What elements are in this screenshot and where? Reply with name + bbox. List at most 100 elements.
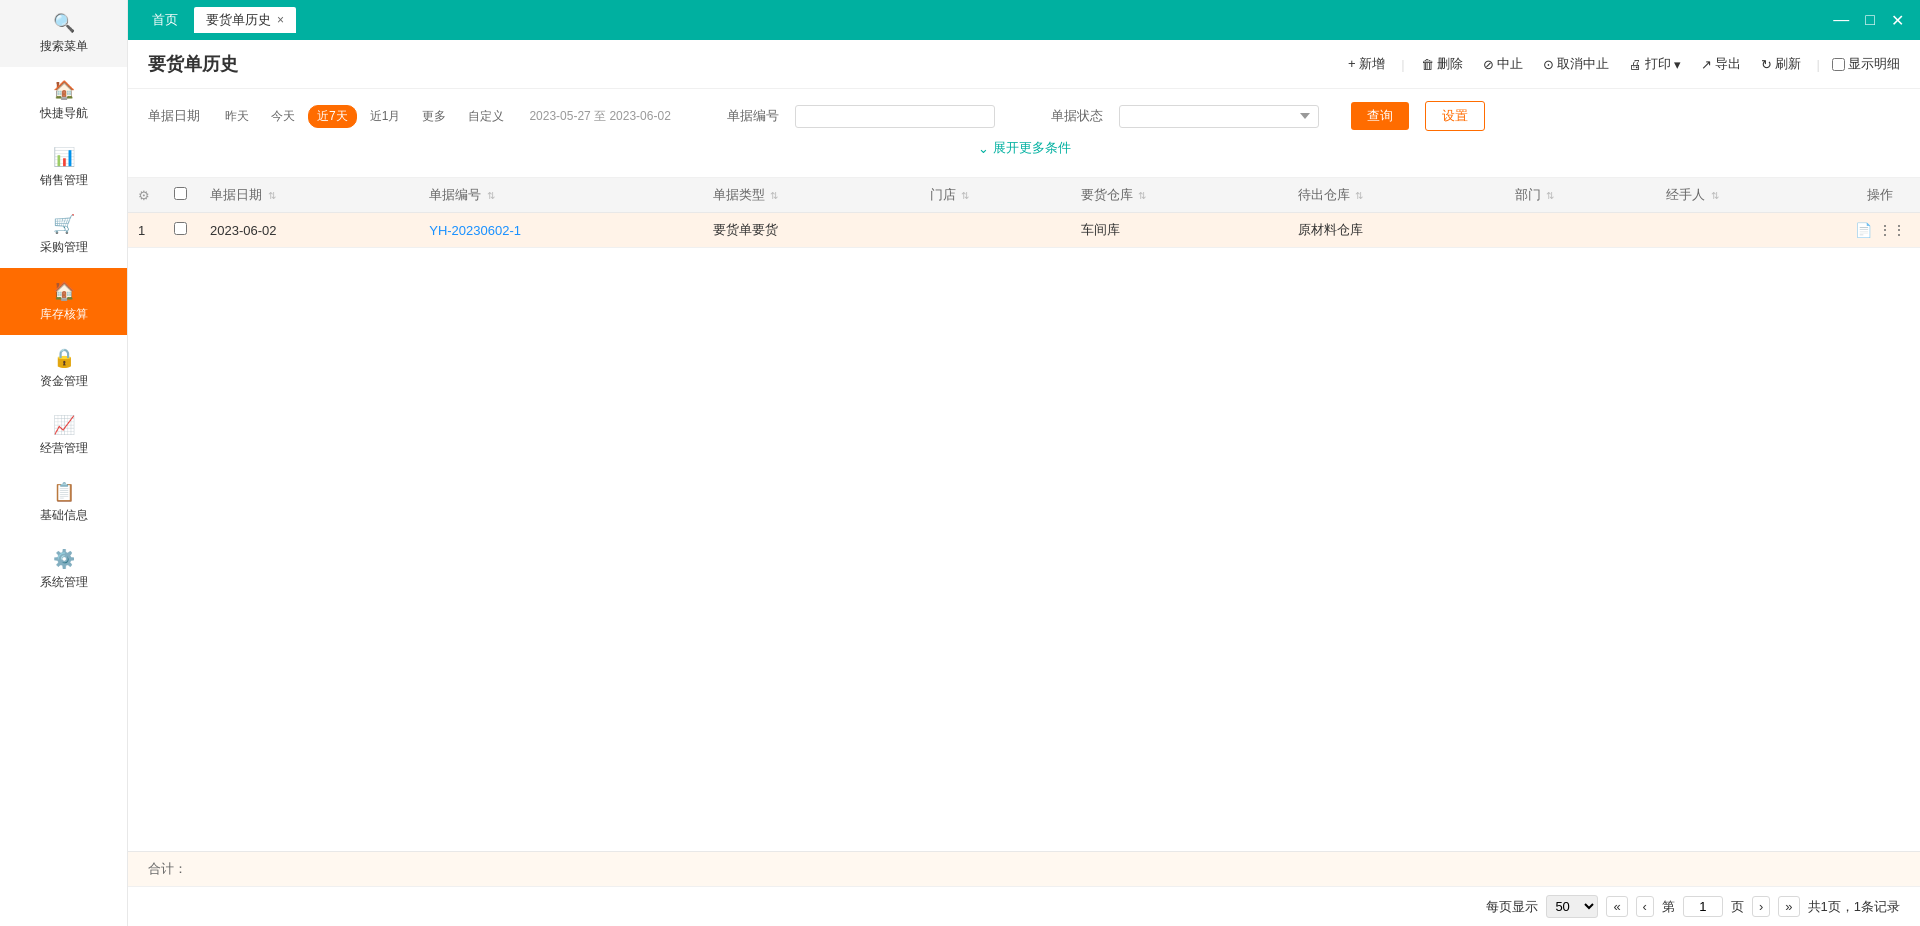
sidebar-item-purchase-mgmt[interactable]: 🛒 采购管理 — [0, 201, 127, 268]
sidebar-item-label: 系统管理 — [40, 574, 88, 591]
date-btn-custom[interactable]: 自定义 — [459, 105, 513, 128]
stop-icon: ⊘ — [1483, 57, 1494, 72]
doc-status-select[interactable] — [1119, 105, 1319, 128]
display-detail-btn[interactable]: 显示明细 — [1832, 55, 1900, 73]
total-label: 合计： — [148, 861, 187, 876]
row-checkbox[interactable] — [160, 213, 200, 248]
prev-page-btn[interactable]: ‹ — [1636, 896, 1654, 917]
col-handler: 经手人 ⇅ — [1656, 178, 1840, 213]
active-tab-label: 要货单历史 — [206, 11, 271, 29]
sidebar-item-quick-nav[interactable]: 🏠 快捷导航 — [0, 67, 127, 134]
divider-2: | — [1817, 57, 1820, 72]
row-ops: 📄 ⋮⋮ — [1840, 213, 1920, 248]
date-btn-more[interactable]: 更多 — [413, 105, 455, 128]
row-pending-warehouse: 原材料仓库 — [1288, 213, 1505, 248]
tab-close-icon[interactable]: × — [277, 13, 284, 27]
expand-more-label: 展开更多条件 — [993, 139, 1071, 157]
sort-icon-pend-wh[interactable]: ⇅ — [1355, 190, 1363, 201]
date-btn-7days[interactable]: 近7天 — [308, 105, 357, 128]
date-btn-1month[interactable]: 近1月 — [361, 105, 410, 128]
first-page-btn[interactable]: « — [1606, 896, 1627, 917]
table-wrapper: ⚙ 单据日期 ⇅ 单据编号 ⇅ 单据类型 — [128, 178, 1920, 851]
select-all-checkbox[interactable] — [174, 187, 187, 200]
sidebar-item-sales-mgmt[interactable]: 📊 销售管理 — [0, 134, 127, 201]
sidebar-item-basic-info[interactable]: 📋 基础信息 — [0, 469, 127, 536]
cancel-stop-btn[interactable]: ⊙ 取消中止 — [1539, 53, 1613, 75]
sort-icon-store[interactable]: ⇅ — [961, 190, 969, 201]
date-btn-yesterday[interactable]: 昨天 — [216, 105, 258, 128]
main-area: 首页 要货单历史 × — □ ✕ 要货单历史 + 新增 | 🗑 删除 ⊘ — [128, 0, 1920, 926]
doc-no-link[interactable]: YH-20230602-1 — [429, 223, 521, 238]
doc-no-input[interactable] — [795, 105, 995, 128]
cancel-stop-icon: ⊙ — [1543, 57, 1554, 72]
row-department — [1505, 213, 1656, 248]
stop-btn[interactable]: ⊘ 中止 — [1479, 53, 1527, 75]
sidebar-item-inventory-calc[interactable]: 🏠 库存核算 — [0, 268, 127, 335]
sort-icon-docno[interactable]: ⇅ — [487, 190, 495, 201]
page-input[interactable] — [1683, 896, 1723, 917]
delete-btn[interactable]: 🗑 删除 — [1417, 53, 1467, 75]
table-footer: 合计： — [128, 851, 1920, 886]
export-btn[interactable]: ↗ 导出 — [1697, 53, 1745, 75]
export-icon: ↗ — [1701, 57, 1712, 72]
doc-status-label: 单据状态 — [1051, 107, 1103, 125]
sort-icon-handler[interactable]: ⇅ — [1711, 190, 1719, 201]
row-doc-no[interactable]: YH-20230602-1 — [419, 213, 702, 248]
query-btn[interactable]: 查询 — [1351, 102, 1409, 130]
refresh-icon: ↻ — [1761, 57, 1772, 72]
sidebar-item-search-menu[interactable]: 🔍 搜索菜单 — [0, 0, 127, 67]
op-edit-icon[interactable]: ⋮⋮ — [1878, 222, 1906, 238]
maximize-btn[interactable]: □ — [1861, 9, 1879, 31]
settings-btn[interactable]: 设置 — [1425, 101, 1485, 131]
row-index: 1 — [128, 213, 160, 248]
minimize-btn[interactable]: — — [1829, 9, 1853, 31]
last-page-btn[interactable]: » — [1778, 896, 1799, 917]
col-req-warehouse: 要货仓库 ⇅ — [1071, 178, 1288, 213]
col-settings[interactable]: ⚙ — [128, 178, 160, 213]
expand-more-icon: ⌄ — [978, 141, 989, 156]
refresh-btn[interactable]: ↻ 刷新 — [1757, 53, 1805, 75]
page-size-select[interactable]: 50 100 200 — [1546, 895, 1598, 918]
sidebar-item-label: 经营管理 — [40, 440, 88, 457]
system-icon: ⚙️ — [53, 548, 75, 570]
sidebar-item-label: 搜索菜单 — [40, 38, 88, 55]
sidebar-item-finance-mgmt[interactable]: 🔒 资金管理 — [0, 335, 127, 402]
print-label: 打印 — [1645, 55, 1671, 73]
tab-active[interactable]: 要货单历史 × — [194, 7, 296, 33]
sort-icon-req-wh[interactable]: ⇅ — [1138, 190, 1146, 201]
sort-icon-dept[interactable]: ⇅ — [1546, 190, 1554, 201]
pagination: 每页显示 50 100 200 « ‹ 第 页 › » 共1页，1条记录 — [128, 886, 1920, 926]
next-page-btn[interactable]: › — [1752, 896, 1770, 917]
row-doc-type: 要货单要货 — [703, 213, 920, 248]
row-select-checkbox[interactable] — [174, 222, 187, 235]
row-store — [920, 213, 1071, 248]
close-btn[interactable]: ✕ — [1887, 9, 1908, 32]
filter-area: 单据日期 昨天 今天 近7天 近1月 更多 自定义 2023-05-27 至 2… — [128, 89, 1920, 178]
purchase-icon: 🛒 — [53, 213, 75, 235]
total-info: 共1页，1条记录 — [1808, 898, 1900, 916]
sidebar-item-operation-mgmt[interactable]: 📈 经营管理 — [0, 402, 127, 469]
row-handler — [1656, 213, 1840, 248]
operation-icon: 📈 — [53, 414, 75, 436]
page-header: 要货单历史 + 新增 | 🗑 删除 ⊘ 中止 ⊙ 取消中止 🖨 — [128, 40, 1920, 89]
col-checkbox[interactable] — [160, 178, 200, 213]
sidebar-item-system-mgmt[interactable]: ⚙️ 系统管理 — [0, 536, 127, 603]
date-filter-btns: 昨天 今天 近7天 近1月 更多 自定义 — [216, 105, 513, 128]
quick-nav-icon: 🏠 — [53, 79, 75, 101]
sort-icon-date[interactable]: ⇅ — [268, 190, 276, 201]
page-suffix: 页 — [1731, 898, 1744, 916]
sort-icon-doctype[interactable]: ⇅ — [770, 190, 778, 201]
expand-more-btn[interactable]: ⌄ 展开更多条件 — [978, 139, 1071, 157]
row-req-warehouse: 车间库 — [1071, 213, 1288, 248]
date-btn-today[interactable]: 今天 — [262, 105, 304, 128]
topbar-right: — □ ✕ — [1829, 9, 1908, 32]
print-btn[interactable]: 🖨 打印 ▾ — [1625, 53, 1685, 75]
tab-home[interactable]: 首页 — [140, 7, 190, 33]
sidebar-item-label: 采购管理 — [40, 239, 88, 256]
new-btn[interactable]: + 新增 — [1344, 53, 1389, 75]
table-row: 1 2023-06-02 YH-20230602-1 要货单要货 车间库 原材料… — [128, 213, 1920, 248]
filter-row-1: 单据日期 昨天 今天 近7天 近1月 更多 自定义 2023-05-27 至 2… — [148, 101, 1900, 131]
op-view-icon[interactable]: 📄 — [1855, 222, 1872, 238]
display-detail-checkbox[interactable] — [1832, 58, 1845, 71]
stop-label: 中止 — [1497, 55, 1523, 73]
